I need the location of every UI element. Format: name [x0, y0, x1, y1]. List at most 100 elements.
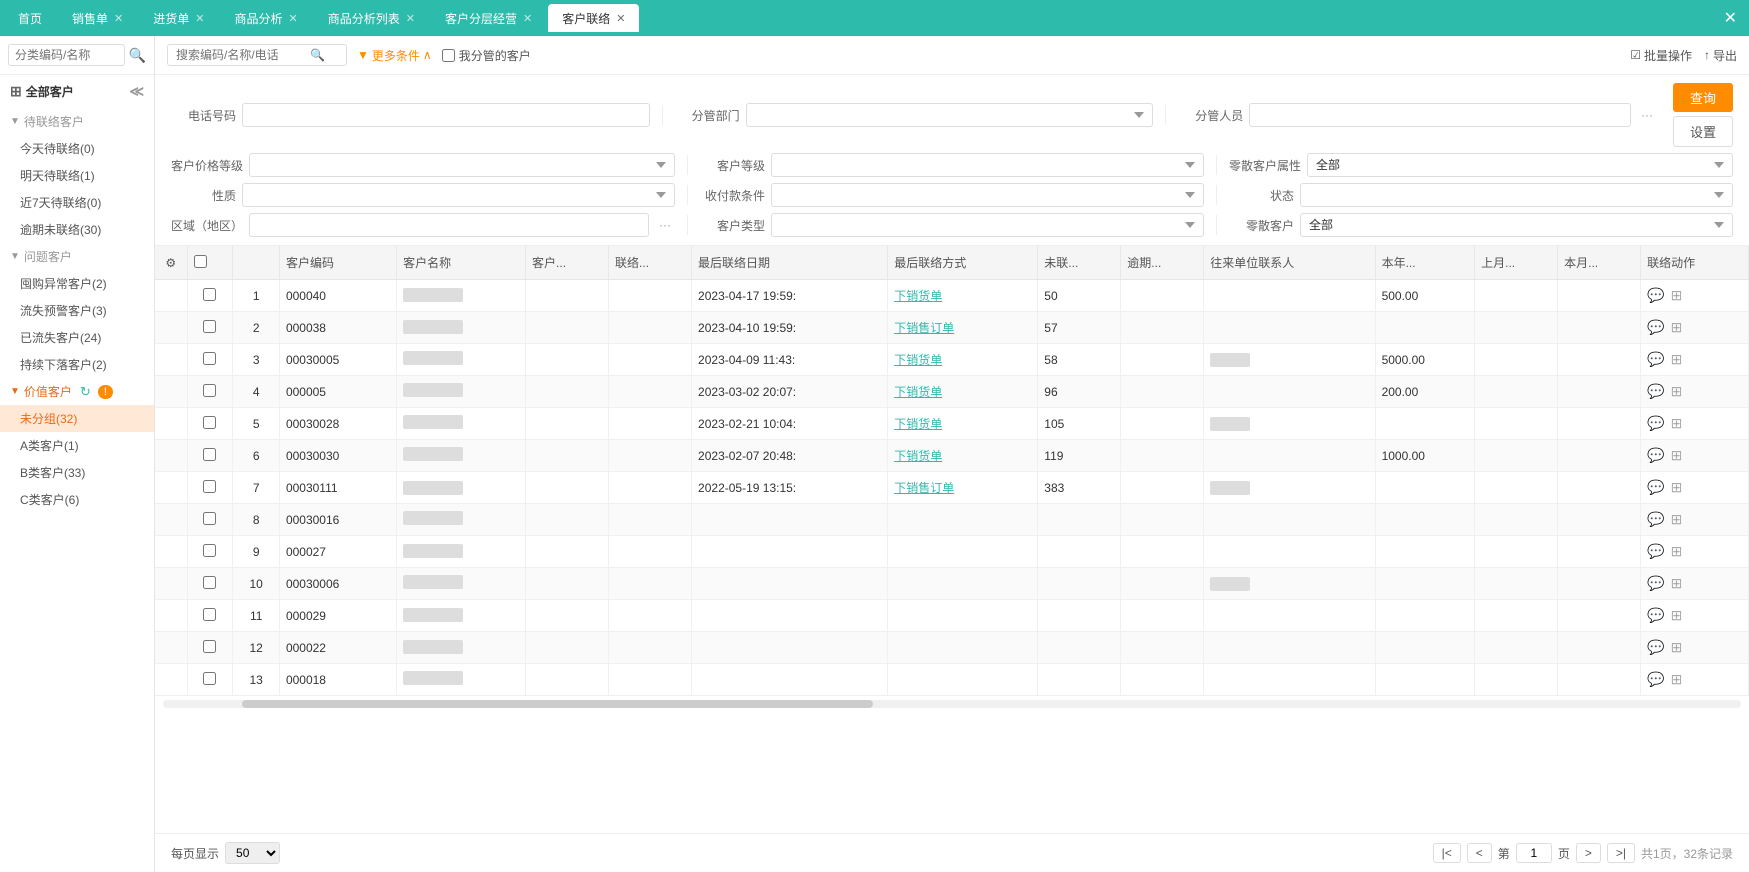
row-checkbox[interactable]: [203, 416, 216, 429]
query-button[interactable]: 查询: [1673, 83, 1733, 112]
sidebar-section-problem[interactable]: ▼ 问题客户: [0, 243, 154, 270]
my-customers-checkbox-label[interactable]: 我分管的客户: [442, 47, 531, 64]
search-input[interactable]: [176, 48, 306, 62]
row-checkbox[interactable]: [203, 512, 216, 525]
row-checkbox[interactable]: [203, 448, 216, 461]
row-checkbox[interactable]: [203, 544, 216, 557]
filter-select-retail-attr[interactable]: 全部: [1307, 153, 1733, 177]
filter-region-dots[interactable]: ···: [655, 218, 675, 232]
action-message-icon[interactable]: 💬: [1647, 511, 1664, 528]
export-button[interactable]: ↑ 导出: [1704, 47, 1737, 64]
tab-customer-contact[interactable]: 客户联络 ✕: [548, 4, 639, 32]
filter-select-level[interactable]: [771, 153, 1204, 177]
row-checkbox[interactable]: [203, 576, 216, 589]
th-last-contact-method[interactable]: 最后联络方式: [888, 246, 1038, 280]
filter-select-nature[interactable]: [242, 183, 675, 207]
sidebar-item-overdue-pending[interactable]: 逾期未联络(30): [0, 216, 154, 243]
sidebar-collapse-button[interactable]: ≪: [129, 83, 144, 100]
th-this-month[interactable]: 本月...: [1558, 246, 1641, 280]
row-checkbox[interactable]: [203, 320, 216, 333]
my-customers-checkbox[interactable]: [442, 49, 455, 62]
contact-method-link[interactable]: 下销货单: [894, 353, 942, 367]
last-page-button[interactable]: >|: [1607, 843, 1635, 863]
sidebar-item-class-b[interactable]: B类客户(33): [0, 459, 154, 486]
scrollbar-thumb[interactable]: [242, 700, 873, 708]
action-message-icon[interactable]: 💬: [1647, 543, 1664, 560]
th-type[interactable]: 客户...: [526, 246, 609, 280]
contact-method-link[interactable]: 下销货单: [894, 417, 942, 431]
filter-select-payment[interactable]: [771, 183, 1204, 207]
sidebar-search-icon[interactable]: 🔍: [129, 47, 146, 64]
action-message-icon[interactable]: 💬: [1647, 319, 1664, 336]
contact-method-link[interactable]: 下销售订单: [894, 481, 954, 495]
sidebar-item-class-a[interactable]: A类客户(1): [0, 432, 154, 459]
th-settings[interactable]: ⚙: [155, 246, 187, 280]
prev-page-button[interactable]: <: [1467, 843, 1492, 863]
filter-input-person[interactable]: [1249, 103, 1631, 127]
filter-person-dots[interactable]: ···: [1637, 108, 1657, 122]
action-message-icon[interactable]: 💬: [1647, 639, 1664, 656]
sidebar-item-abnormal[interactable]: 囤购异常客户(2): [0, 270, 154, 297]
action-message-icon[interactable]: 💬: [1647, 287, 1664, 304]
th-overdue[interactable]: 逾期...: [1121, 246, 1204, 280]
row-checkbox[interactable]: [203, 480, 216, 493]
row-checkbox[interactable]: [203, 608, 216, 621]
tab-product-analysis[interactable]: 商品分析 ✕: [220, 4, 311, 32]
th-last-contact-date[interactable]: 最后联络日期: [692, 246, 888, 280]
filter-input-phone[interactable]: [242, 103, 650, 127]
tab-customer-contact-close[interactable]: ✕: [616, 12, 625, 25]
sidebar-section-value[interactable]: ▼ 价值客户 ↻ !: [0, 378, 154, 405]
th-this-year[interactable]: 本年...: [1375, 246, 1475, 280]
sidebar-all-customers[interactable]: ⊞ 全部客户 ≪: [0, 75, 154, 108]
filter-select-status[interactable]: [1300, 183, 1733, 207]
tab-customer-tier[interactable]: 客户分层经营 ✕: [431, 4, 546, 32]
reset-button[interactable]: 设置: [1673, 116, 1733, 147]
sidebar-item-today-pending[interactable]: 今天待联络(0): [0, 135, 154, 162]
action-grid-icon[interactable]: ⊞: [1671, 319, 1683, 336]
window-close-button[interactable]: ✕: [1716, 8, 1745, 28]
action-grid-icon[interactable]: ⊞: [1671, 479, 1683, 496]
th-contact[interactable]: 联络...: [609, 246, 692, 280]
th-trade-contact[interactable]: 往来单位联系人: [1204, 246, 1375, 280]
action-message-icon[interactable]: 💬: [1647, 607, 1664, 624]
sidebar-item-7day-pending[interactable]: 近7天待联络(0): [0, 189, 154, 216]
more-filters-button[interactable]: ▼ 更多条件 ∧: [357, 47, 432, 64]
action-grid-icon[interactable]: ⊞: [1671, 511, 1683, 528]
action-grid-icon[interactable]: ⊞: [1671, 639, 1683, 656]
action-message-icon[interactable]: 💬: [1647, 671, 1664, 688]
th-uncontact[interactable]: 未联...: [1038, 246, 1121, 280]
bulk-ops-button[interactable]: ☑ 批量操作: [1630, 47, 1692, 64]
row-checkbox[interactable]: [203, 672, 216, 685]
filter-select-customer-type[interactable]: [771, 213, 1204, 237]
select-all-checkbox[interactable]: [194, 255, 207, 268]
sidebar-section-pending[interactable]: ▼ 待联络客户: [0, 108, 154, 135]
sidebar-item-declining[interactable]: 持续下落客户(2): [0, 351, 154, 378]
action-grid-icon[interactable]: ⊞: [1671, 287, 1683, 304]
contact-method-link[interactable]: 下销货单: [894, 449, 942, 463]
action-grid-icon[interactable]: ⊞: [1671, 415, 1683, 432]
action-message-icon[interactable]: 💬: [1647, 575, 1664, 592]
sidebar-item-churned[interactable]: 已流失客户(24): [0, 324, 154, 351]
tab-sales[interactable]: 销售单 ✕: [58, 4, 137, 32]
action-grid-icon[interactable]: ⊞: [1671, 351, 1683, 368]
first-page-button[interactable]: |<: [1433, 843, 1461, 863]
action-grid-icon[interactable]: ⊞: [1671, 447, 1683, 464]
row-checkbox[interactable]: [203, 384, 216, 397]
sidebar-item-tomorrow-pending[interactable]: 明天待联络(1): [0, 162, 154, 189]
row-checkbox[interactable]: [203, 288, 216, 301]
action-grid-icon[interactable]: ⊞: [1671, 607, 1683, 624]
action-grid-icon[interactable]: ⊞: [1671, 383, 1683, 400]
row-checkbox[interactable]: [203, 352, 216, 365]
sidebar-search-input[interactable]: [8, 44, 125, 66]
action-message-icon[interactable]: 💬: [1647, 447, 1664, 464]
tab-purchase-close[interactable]: ✕: [195, 12, 204, 25]
next-page-button[interactable]: >: [1576, 843, 1601, 863]
horizontal-scrollbar[interactable]: [163, 700, 1741, 708]
tab-customer-tier-close[interactable]: ✕: [523, 12, 532, 25]
page-input[interactable]: [1516, 843, 1552, 863]
contact-method-link[interactable]: 下销货单: [894, 289, 942, 303]
action-message-icon[interactable]: 💬: [1647, 383, 1664, 400]
tab-home[interactable]: 首页: [4, 4, 56, 32]
th-name[interactable]: 客户名称: [397, 246, 526, 280]
row-checkbox[interactable]: [203, 640, 216, 653]
